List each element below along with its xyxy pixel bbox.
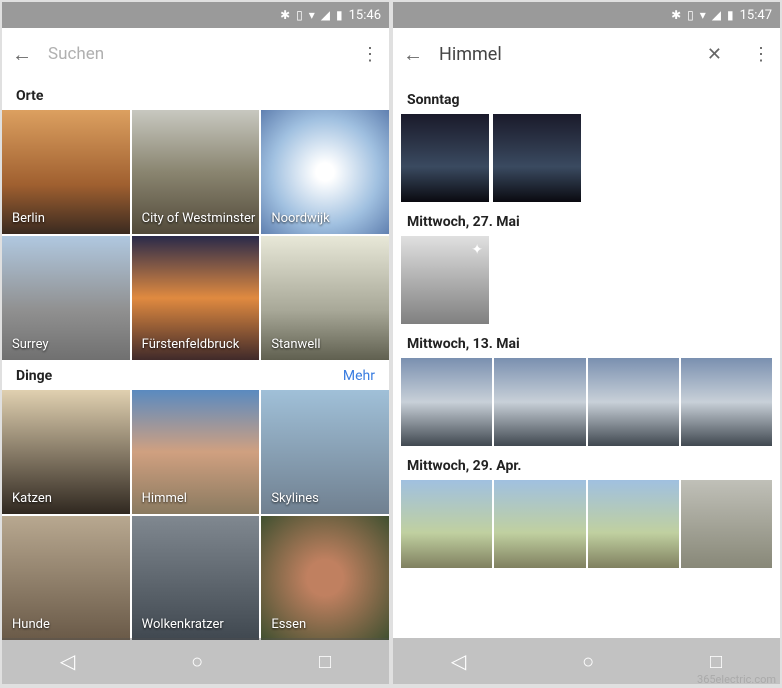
back-icon[interactable]: ← <box>12 42 32 67</box>
place-tile-stanwell[interactable]: Stanwell <box>261 236 389 360</box>
vibrate-icon: ▯ <box>687 8 694 22</box>
place-tile-noordwijk[interactable]: Noordwijk <box>261 110 389 234</box>
android-nav-bar: ◁ ○ □ <box>2 638 389 684</box>
date-header: Mittwoch, 13. Mai <box>393 324 780 358</box>
wifi-icon: ▾ <box>309 8 315 22</box>
thing-tile-himmel[interactable]: Himmel <box>132 390 260 514</box>
nav-recent-icon[interactable]: □ <box>319 649 331 674</box>
watermark: 365electric.com <box>697 673 776 686</box>
section-label: Dinge <box>16 368 52 384</box>
photo-row: ✦ <box>393 236 780 324</box>
bluetooth-icon: ✱ <box>280 8 290 22</box>
page-title: Himmel <box>439 44 691 65</box>
app-bar: ← Suchen ⋮ <box>2 28 389 80</box>
places-grid: Berlin City of Westminster Noordwijk Sur… <box>2 110 389 360</box>
date-header: Sonntag <box>393 80 780 114</box>
nav-recent-icon[interactable]: □ <box>710 649 722 674</box>
photo-thumb[interactable] <box>401 114 489 202</box>
thing-tile-skylines[interactable]: Skylines <box>261 390 389 514</box>
place-tile-fuerstenfeldbruck[interactable]: Fürstenfeldbruck <box>132 236 260 360</box>
section-label: Orte <box>16 88 43 104</box>
more-link[interactable]: Mehr <box>343 368 375 384</box>
section-header-dinge: Dinge Mehr <box>2 360 389 390</box>
photo-row <box>393 358 780 446</box>
wifi-icon: ▾ <box>700 8 706 22</box>
clock: 15:47 <box>740 8 772 23</box>
things-grid: Katzen Himmel Skylines Hunde Wolkenkratz… <box>2 390 389 640</box>
photo-thumb[interactable] <box>401 480 492 568</box>
battery-icon: ▮ <box>727 8 734 22</box>
close-icon[interactable]: ✕ <box>707 44 722 65</box>
photo-thumb[interactable]: ✦ <box>401 236 489 324</box>
photo-row <box>393 480 780 568</box>
back-icon[interactable]: ← <box>403 42 423 67</box>
results-screen: ✱ ▯ ▾ ◢ ▮ 15:47 ← Himmel ✕ ⋮ Sonntag Mit… <box>393 2 780 684</box>
photo-thumb[interactable] <box>588 358 679 446</box>
photo-row <box>393 114 780 202</box>
photo-thumb[interactable] <box>681 480 772 568</box>
app-bar: ← Himmel ✕ ⋮ <box>393 28 780 80</box>
nav-back-icon[interactable]: ◁ <box>60 649 75 673</box>
photo-thumb[interactable] <box>494 358 585 446</box>
thing-tile-hunde[interactable]: Hunde <box>2 516 130 640</box>
photo-thumb[interactable] <box>681 358 772 446</box>
vibrate-icon: ▯ <box>296 8 303 22</box>
bluetooth-icon: ✱ <box>671 8 681 22</box>
sparkle-icon: ✦ <box>471 242 483 258</box>
photo-thumb[interactable] <box>493 114 581 202</box>
search-input[interactable]: Suchen <box>48 44 345 64</box>
nav-back-icon[interactable]: ◁ <box>451 649 466 673</box>
place-tile-westminster[interactable]: City of Westminster <box>132 110 260 234</box>
status-bar: ✱ ▯ ▾ ◢ ▮ 15:46 <box>2 2 389 28</box>
photo-thumb[interactable] <box>588 480 679 568</box>
nav-home-icon[interactable]: ○ <box>191 649 203 674</box>
photo-thumb[interactable] <box>494 480 585 568</box>
section-header-orte: Orte <box>2 80 389 110</box>
signal-icon: ◢ <box>321 8 330 22</box>
status-bar: ✱ ▯ ▾ ◢ ▮ 15:47 <box>393 2 780 28</box>
thing-tile-essen[interactable]: Essen <box>261 516 389 640</box>
clock: 15:46 <box>349 8 381 23</box>
overflow-menu-icon[interactable]: ⋮ <box>752 44 770 65</box>
signal-icon: ◢ <box>712 8 721 22</box>
photo-thumb[interactable] <box>401 358 492 446</box>
thing-tile-wolkenkratzer[interactable]: Wolkenkratzer <box>132 516 260 640</box>
thing-tile-katzen[interactable]: Katzen <box>2 390 130 514</box>
place-tile-surrey[interactable]: Surrey <box>2 236 130 360</box>
search-screen: ✱ ▯ ▾ ◢ ▮ 15:46 ← Suchen ⋮ Orte Berlin C… <box>2 2 389 684</box>
date-header: Mittwoch, 29. Apr. <box>393 446 780 480</box>
date-header: Mittwoch, 27. Mai <box>393 202 780 236</box>
battery-icon: ▮ <box>336 8 343 22</box>
nav-home-icon[interactable]: ○ <box>582 649 594 674</box>
place-tile-berlin[interactable]: Berlin <box>2 110 130 234</box>
overflow-menu-icon[interactable]: ⋮ <box>361 44 379 65</box>
